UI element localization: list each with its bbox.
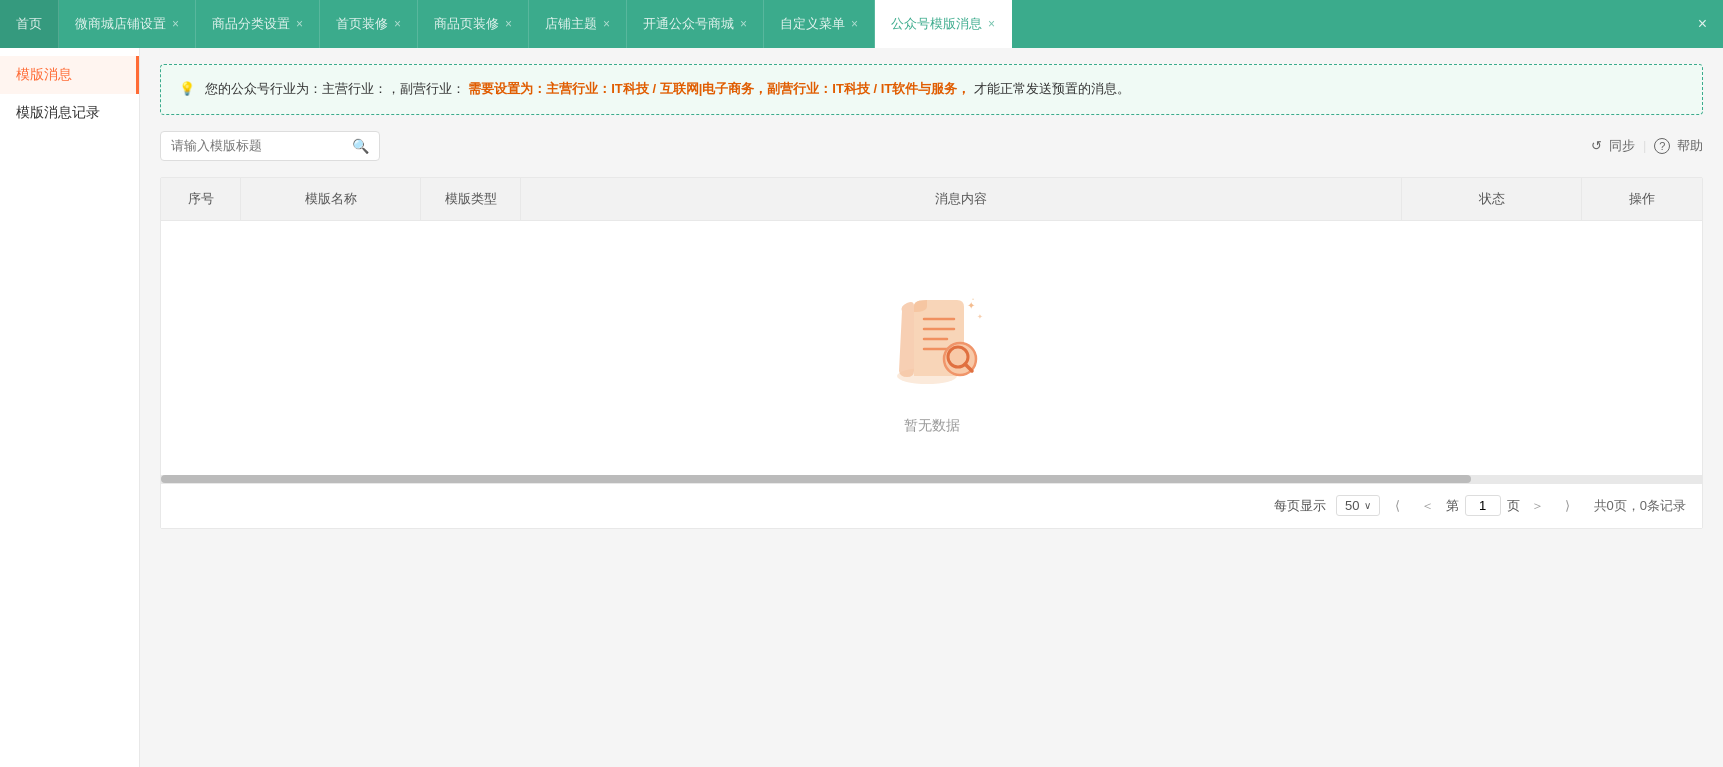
content-area: 💡 您的公众号行业为：主营行业：，副营行业： 需要设置为：主营行业：IT科技 /… bbox=[140, 48, 1723, 767]
total-info: 共0页，0条记录 bbox=[1594, 497, 1686, 515]
notice-suffix: 才能正常发送预置的消息。 bbox=[974, 81, 1130, 96]
empty-illustration: ✦ ✦ • bbox=[872, 281, 992, 401]
notice-banner: 💡 您的公众号行业为：主营行业：，副营行业： 需要设置为：主营行业：IT科技 /… bbox=[160, 64, 1703, 115]
close-all-tabs-button[interactable]: × bbox=[1682, 15, 1723, 33]
sidebar: 模版消息 模版消息记录 bbox=[0, 48, 140, 767]
prev-page-icon: ＜ bbox=[1421, 497, 1434, 515]
search-input-wrapper[interactable]: 🔍 bbox=[160, 131, 380, 161]
main-layout: 模版消息 模版消息记录 💡 您的公众号行业为：主营行业：，副营行业： 需要设置为… bbox=[0, 48, 1723, 767]
page-input[interactable] bbox=[1465, 495, 1501, 516]
col-name: 模版名称 bbox=[241, 178, 421, 220]
first-page-button[interactable]: ⟨ bbox=[1386, 494, 1410, 518]
toolbar-divider: | bbox=[1643, 138, 1646, 153]
table-header: 序号 模版名称 模版类型 消息内容 状态 操作 bbox=[161, 178, 1702, 221]
search-icon[interactable]: 🔍 bbox=[352, 138, 369, 154]
notice-icon: 💡 bbox=[179, 81, 195, 96]
sidebar-item-template-message[interactable]: 模版消息 bbox=[0, 56, 139, 94]
tab-bar: 首页 微商城店铺设置 × 商品分类设置 × 首页装修 × 商品页装修 × 店铺主… bbox=[0, 0, 1723, 48]
tab-close-wechat-template-msg[interactable]: × bbox=[988, 17, 995, 31]
page-label: 第 bbox=[1446, 497, 1459, 515]
tab-custom-menu[interactable]: 自定义菜单 × bbox=[764, 0, 875, 48]
prev-page-button[interactable]: ＜ bbox=[1416, 494, 1440, 518]
per-page-select[interactable]: 50 ∨ bbox=[1336, 495, 1379, 516]
table-wrapper: 序号 模版名称 模版类型 消息内容 状态 操作 bbox=[160, 177, 1703, 529]
col-content: 消息内容 bbox=[521, 178, 1402, 220]
sidebar-item-template-message-log[interactable]: 模版消息记录 bbox=[0, 94, 139, 132]
tab-close-shop-theme[interactable]: × bbox=[603, 17, 610, 31]
per-page-value: 50 bbox=[1345, 498, 1359, 513]
tab-close-micro-shop-setting[interactable]: × bbox=[172, 17, 179, 31]
col-status: 状态 bbox=[1402, 178, 1582, 220]
per-page-label: 每页显示 bbox=[1274, 497, 1326, 515]
last-page-icon: ⟩ bbox=[1565, 498, 1570, 513]
tab-close-product-page-decor[interactable]: × bbox=[505, 17, 512, 31]
scroll-bar-thumb[interactable] bbox=[161, 475, 1471, 483]
col-action: 操作 bbox=[1582, 178, 1702, 220]
tab-homepage-decor[interactable]: 首页装修 × bbox=[320, 0, 418, 48]
tab-home[interactable]: 首页 bbox=[0, 0, 59, 48]
next-page-icon: ＞ bbox=[1531, 497, 1544, 515]
empty-state: ✦ ✦ • 暂无数据 bbox=[161, 221, 1702, 475]
search-input[interactable] bbox=[171, 138, 352, 153]
svg-text:✦: ✦ bbox=[977, 313, 983, 320]
tab-wechat-template-msg[interactable]: 公众号模版消息 × bbox=[875, 0, 1012, 48]
toolbar-right: ↺ 同步 | ? 帮助 bbox=[1591, 137, 1703, 155]
last-page-button[interactable]: ⟩ bbox=[1556, 494, 1580, 518]
sync-icon: ↺ bbox=[1591, 138, 1602, 153]
next-page-button[interactable]: ＞ bbox=[1526, 494, 1550, 518]
tab-micro-shop-setting[interactable]: 微商城店铺设置 × bbox=[59, 0, 196, 48]
help-button[interactable]: ? 帮助 bbox=[1654, 137, 1703, 155]
tab-close-homepage-decor[interactable]: × bbox=[394, 17, 401, 31]
help-icon: ? bbox=[1654, 138, 1670, 154]
col-seq: 序号 bbox=[161, 178, 241, 220]
tab-product-page-decor[interactable]: 商品页装修 × bbox=[418, 0, 529, 48]
tab-open-wechat-shop[interactable]: 开通公众号商城 × bbox=[627, 0, 764, 48]
sync-button[interactable]: ↺ 同步 bbox=[1591, 137, 1635, 155]
empty-text: 暂无数据 bbox=[904, 417, 960, 435]
page-suffix: 页 bbox=[1507, 497, 1520, 515]
tab-close-open-wechat-shop[interactable]: × bbox=[740, 17, 747, 31]
svg-text:•: • bbox=[972, 296, 974, 302]
tab-close-product-category[interactable]: × bbox=[296, 17, 303, 31]
scroll-bar-track[interactable] bbox=[161, 475, 1702, 483]
tab-product-category[interactable]: 商品分类设置 × bbox=[196, 0, 320, 48]
chevron-down-icon: ∨ bbox=[1364, 500, 1371, 511]
tab-shop-theme[interactable]: 店铺主题 × bbox=[529, 0, 627, 48]
col-type: 模版类型 bbox=[421, 178, 521, 220]
pagination: 每页显示 50 ∨ ⟨ ＜ 第 页 ＞ ⟩ bbox=[161, 483, 1702, 528]
tab-close-custom-menu[interactable]: × bbox=[851, 17, 858, 31]
notice-prefix: 您的公众号行业为：主营行业：，副营行业： bbox=[205, 81, 465, 96]
search-bar: 🔍 ↺ 同步 | ? 帮助 bbox=[160, 131, 1703, 161]
notice-highlight: 需要设置为：主营行业：IT科技 / 互联网|电子商务，副营行业：IT科技 / I… bbox=[468, 81, 970, 96]
first-page-icon: ⟨ bbox=[1395, 498, 1400, 513]
